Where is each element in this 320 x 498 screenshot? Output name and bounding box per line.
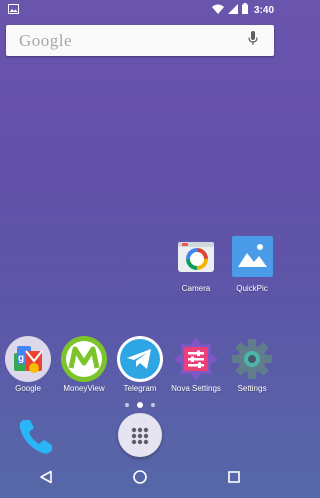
nova-settings-app-icon <box>174 335 218 381</box>
app-label: Telegram <box>123 384 157 393</box>
app-label: Camera <box>181 284 211 293</box>
telegram-app-icon <box>117 335 163 382</box>
moneyview-app-icon <box>61 335 107 382</box>
microphone-icon[interactable] <box>248 30 258 51</box>
app-telegram[interactable]: Telegram <box>112 335 168 393</box>
recents-icon[interactable] <box>227 470 241 489</box>
svg-text:g: g <box>18 353 24 364</box>
page-dot[interactable] <box>125 403 129 407</box>
app-quickpic[interactable]: QuickPic <box>224 235 280 293</box>
app-camera[interactable]: Camera <box>168 235 224 293</box>
app-drawer-icon <box>131 427 149 445</box>
google-logo-text: Google <box>19 30 73 50</box>
phone-app-icon[interactable] <box>14 414 60 460</box>
page-dot[interactable] <box>151 403 155 407</box>
page-indicator <box>0 402 280 408</box>
settings-app-icon <box>230 335 274 379</box>
app-label: Google <box>15 384 41 393</box>
app-nova-settings[interactable]: Nova Settings <box>168 335 224 393</box>
app-label: MoneyView <box>63 384 105 393</box>
battery-icon <box>241 3 248 17</box>
app-google-folder[interactable]: g Google <box>0 335 56 393</box>
navigation-bar <box>0 460 280 498</box>
image-notification-icon <box>8 3 19 17</box>
app-drawer-button[interactable] <box>118 413 162 457</box>
back-icon[interactable] <box>39 470 53 489</box>
page-dot-active[interactable] <box>137 402 143 408</box>
status-bar: 3:40 <box>0 0 280 20</box>
google-search-bar[interactable]: Google <box>6 25 274 56</box>
app-moneyview[interactable]: MoneyView <box>56 335 112 393</box>
app-label: Nova Settings <box>171 384 221 393</box>
quickpic-app-icon <box>230 235 274 279</box>
app-label: Settings <box>237 384 267 393</box>
status-time: 3:40 <box>253 4 274 16</box>
home-icon[interactable] <box>132 469 148 490</box>
wifi-icon <box>211 4 224 17</box>
app-label: QuickPic <box>236 284 268 293</box>
camera-app-icon <box>174 235 218 279</box>
google-folder-icon: g <box>5 335 51 382</box>
signal-icon <box>227 3 238 17</box>
app-settings[interactable]: Settings <box>224 335 280 393</box>
